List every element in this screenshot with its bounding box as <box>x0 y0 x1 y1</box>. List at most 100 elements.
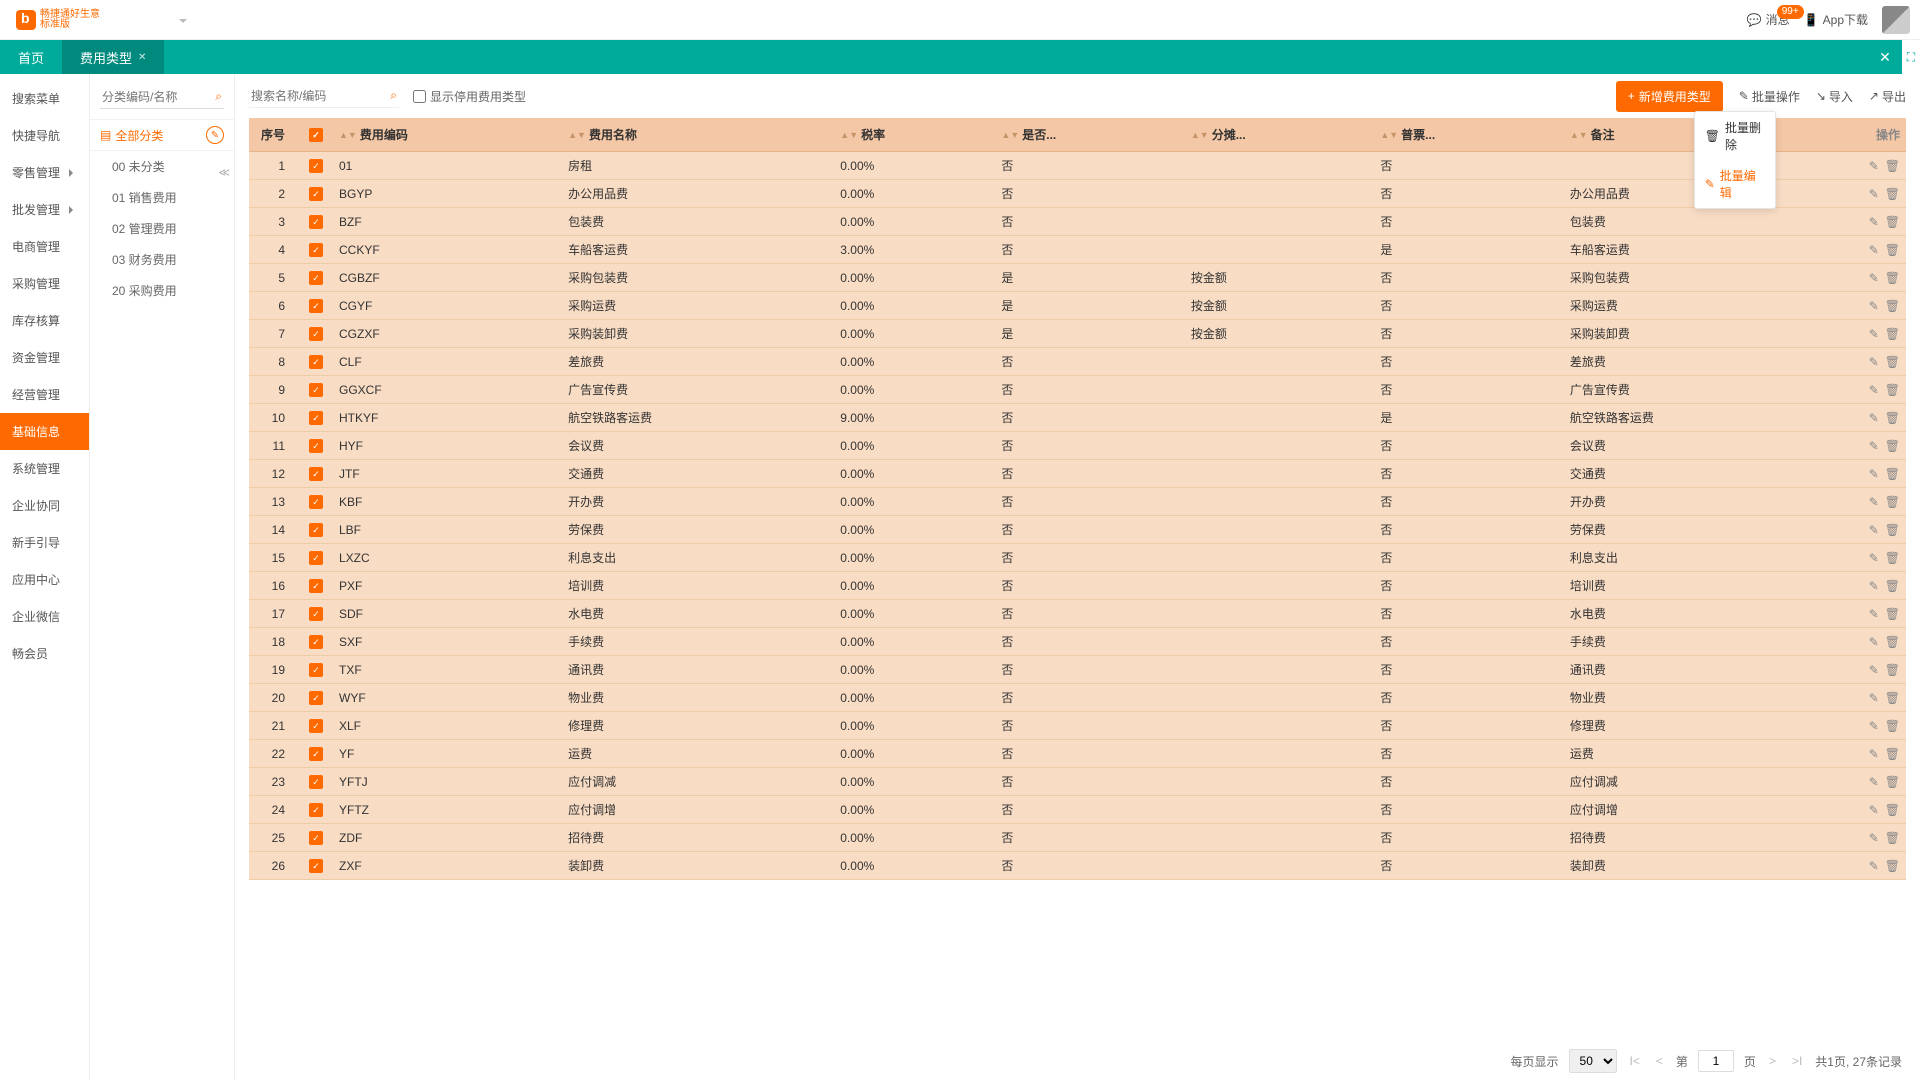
category-search-input[interactable] <box>100 86 224 109</box>
table-row[interactable]: 8✓CLF差旅费0.00%否否差旅费✎🗑 <box>249 348 1906 376</box>
table-row[interactable]: 2✓BGYP办公用品费0.00%否否办公用品费✎🗑 <box>249 180 1906 208</box>
table-row[interactable]: 20✓WYF物业费0.00%否否物业费✎🗑 <box>249 684 1906 712</box>
row-checkbox[interactable]: ✓ <box>309 607 323 621</box>
all-categories[interactable]: ▤全部分类 ✎ <box>90 119 234 151</box>
edit-row-icon[interactable]: ✎ <box>1869 663 1879 677</box>
delete-row-icon[interactable]: 🗑 <box>1885 355 1900 369</box>
col-checkbox[interactable]: ✓ <box>299 118 333 152</box>
table-row[interactable]: 1✓01房租0.00%否否✎🗑 <box>249 152 1906 180</box>
category-item[interactable]: 00 未分类 <box>90 151 234 182</box>
row-checkbox[interactable]: ✓ <box>309 271 323 285</box>
delete-row-icon[interactable]: 🗑 <box>1885 775 1900 789</box>
sidebar-item[interactable]: 电商管理 <box>0 228 89 265</box>
edit-row-icon[interactable]: ✎ <box>1869 355 1879 369</box>
delete-row-icon[interactable]: 🗑 <box>1885 719 1900 733</box>
edit-row-icon[interactable]: ✎ <box>1869 439 1879 453</box>
edit-row-icon[interactable]: ✎ <box>1869 775 1879 789</box>
sidebar-item[interactable]: 基础信息 <box>0 413 89 450</box>
row-checkbox[interactable]: ✓ <box>309 523 323 537</box>
table-row[interactable]: 14✓LBF劳保费0.00%否否劳保费✎🗑 <box>249 516 1906 544</box>
col-name[interactable]: ▲▼费用名称 <box>562 118 834 152</box>
delete-row-icon[interactable]: 🗑 <box>1885 551 1900 565</box>
row-checkbox[interactable]: ✓ <box>309 747 323 761</box>
delete-row-icon[interactable]: 🗑 <box>1885 747 1900 761</box>
show-disabled-checkbox[interactable]: 显示停用费用类型 <box>413 88 526 105</box>
table-row[interactable]: 7✓CGZXF采购装卸费0.00%是按金额否采购装卸费✎🗑 <box>249 320 1906 348</box>
delete-row-icon[interactable]: 🗑 <box>1885 607 1900 621</box>
edit-row-icon[interactable]: ✎ <box>1869 747 1879 761</box>
delete-row-icon[interactable]: 🗑 <box>1885 299 1900 313</box>
checkbox-all[interactable]: ✓ <box>309 128 323 142</box>
table-row[interactable]: 22✓YF运费0.00%否否运费✎🗑 <box>249 740 1906 768</box>
sidebar-item[interactable]: 库存核算 <box>0 302 89 339</box>
row-checkbox[interactable]: ✓ <box>309 719 323 733</box>
edit-row-icon[interactable]: ✎ <box>1869 299 1879 313</box>
edit-row-icon[interactable]: ✎ <box>1869 327 1879 341</box>
row-checkbox[interactable]: ✓ <box>309 803 323 817</box>
row-checkbox[interactable]: ✓ <box>309 439 323 453</box>
edit-row-icon[interactable]: ✎ <box>1869 215 1879 229</box>
logo[interactable]: 畅捷通好生意 标准版 <box>10 8 106 32</box>
last-page-button[interactable]: >I <box>1789 1054 1805 1068</box>
edit-row-icon[interactable]: ✎ <box>1869 467 1879 481</box>
sidebar-item[interactable]: 经营管理 <box>0 376 89 413</box>
sidebar-item[interactable]: 应用中心 <box>0 561 89 598</box>
table-row[interactable]: 16✓PXF培训费0.00%否否培训费✎🗑 <box>249 572 1906 600</box>
messages-link[interactable]: 💬 消息 99+ <box>1747 11 1790 28</box>
row-checkbox[interactable]: ✓ <box>309 467 323 481</box>
table-row[interactable]: 10✓HTKYF航空铁路客运费9.00%否是航空铁路客运费✎🗑 <box>249 404 1906 432</box>
edit-row-icon[interactable]: ✎ <box>1869 383 1879 397</box>
edit-row-icon[interactable]: ✎ <box>1869 551 1879 565</box>
row-checkbox[interactable]: ✓ <box>309 551 323 565</box>
row-checkbox[interactable]: ✓ <box>309 159 323 173</box>
category-item[interactable]: 03 财务费用 <box>90 244 234 275</box>
next-page-button[interactable]: > <box>1766 1054 1779 1068</box>
edit-row-icon[interactable]: ✎ <box>1869 271 1879 285</box>
delete-row-icon[interactable]: 🗑 <box>1885 439 1900 453</box>
delete-row-icon[interactable]: 🗑 <box>1885 383 1900 397</box>
table-row[interactable]: 4✓CCKYF车船客运费3.00%否是车船客运费✎🗑 <box>249 236 1906 264</box>
sidebar-item[interactable]: 采购管理 <box>0 265 89 302</box>
row-checkbox[interactable]: ✓ <box>309 215 323 229</box>
row-checkbox[interactable]: ✓ <box>309 383 323 397</box>
batch-edit-item[interactable]: ✎批量编辑 <box>1695 160 1775 208</box>
table-row[interactable]: 5✓CGBZF采购包装费0.00%是按金额否采购包装费✎🗑 <box>249 264 1906 292</box>
row-checkbox[interactable]: ✓ <box>309 327 323 341</box>
table-container[interactable]: 序号 ✓ ▲▼费用编码 ▲▼费用名称 ▲▼税率 ▲▼是否... ▲▼分摊... … <box>235 118 1920 1042</box>
row-checkbox[interactable]: ✓ <box>309 579 323 593</box>
edit-row-icon[interactable]: ✎ <box>1869 635 1879 649</box>
edit-row-icon[interactable]: ✎ <box>1869 159 1879 173</box>
col-alloc[interactable]: ▲▼分摊... <box>1185 118 1374 152</box>
sidebar-item[interactable]: 企业协同 <box>0 487 89 524</box>
row-checkbox[interactable]: ✓ <box>309 663 323 677</box>
first-page-button[interactable]: I< <box>1627 1054 1643 1068</box>
edit-row-icon[interactable]: ✎ <box>1869 719 1879 733</box>
import-button[interactable]: ↘导入 <box>1816 88 1853 105</box>
edit-row-icon[interactable]: ✎ <box>1869 831 1879 845</box>
table-row[interactable]: 25✓ZDF招待费0.00%否否招待费✎🗑 <box>249 824 1906 852</box>
export-button[interactable]: ↗导出 <box>1869 88 1906 105</box>
delete-row-icon[interactable]: 🗑 <box>1885 271 1900 285</box>
page-input[interactable] <box>1698 1050 1734 1072</box>
row-checkbox[interactable]: ✓ <box>309 495 323 509</box>
delete-row-icon[interactable]: 🗑 <box>1885 831 1900 845</box>
col-seq[interactable]: 序号 <box>249 118 299 152</box>
avatar[interactable] <box>1882 6 1910 34</box>
tab-expense-type[interactable]: 费用类型 ✕ <box>62 40 164 74</box>
row-checkbox[interactable]: ✓ <box>309 635 323 649</box>
edit-row-icon[interactable]: ✎ <box>1869 859 1879 873</box>
app-download-link[interactable]: 📱 App下载 <box>1804 11 1868 28</box>
edit-row-icon[interactable]: ✎ <box>1869 803 1879 817</box>
delete-row-icon[interactable]: 🗑 <box>1885 523 1900 537</box>
delete-row-icon[interactable]: 🗑 <box>1885 215 1900 229</box>
add-expense-type-button[interactable]: + 新增费用类型 <box>1616 81 1723 112</box>
edit-row-icon[interactable]: ✎ <box>1869 243 1879 257</box>
row-checkbox[interactable]: ✓ <box>309 243 323 257</box>
batch-operate-button[interactable]: ✎批量操作 <box>1739 88 1800 105</box>
delete-row-icon[interactable]: 🗑 <box>1885 579 1900 593</box>
row-checkbox[interactable]: ✓ <box>309 775 323 789</box>
row-checkbox[interactable]: ✓ <box>309 355 323 369</box>
delete-row-icon[interactable]: 🗑 <box>1885 159 1900 173</box>
table-row[interactable]: 19✓TXF通讯费0.00%否否通讯费✎🗑 <box>249 656 1906 684</box>
sidebar-item[interactable]: 企业微信 <box>0 598 89 635</box>
